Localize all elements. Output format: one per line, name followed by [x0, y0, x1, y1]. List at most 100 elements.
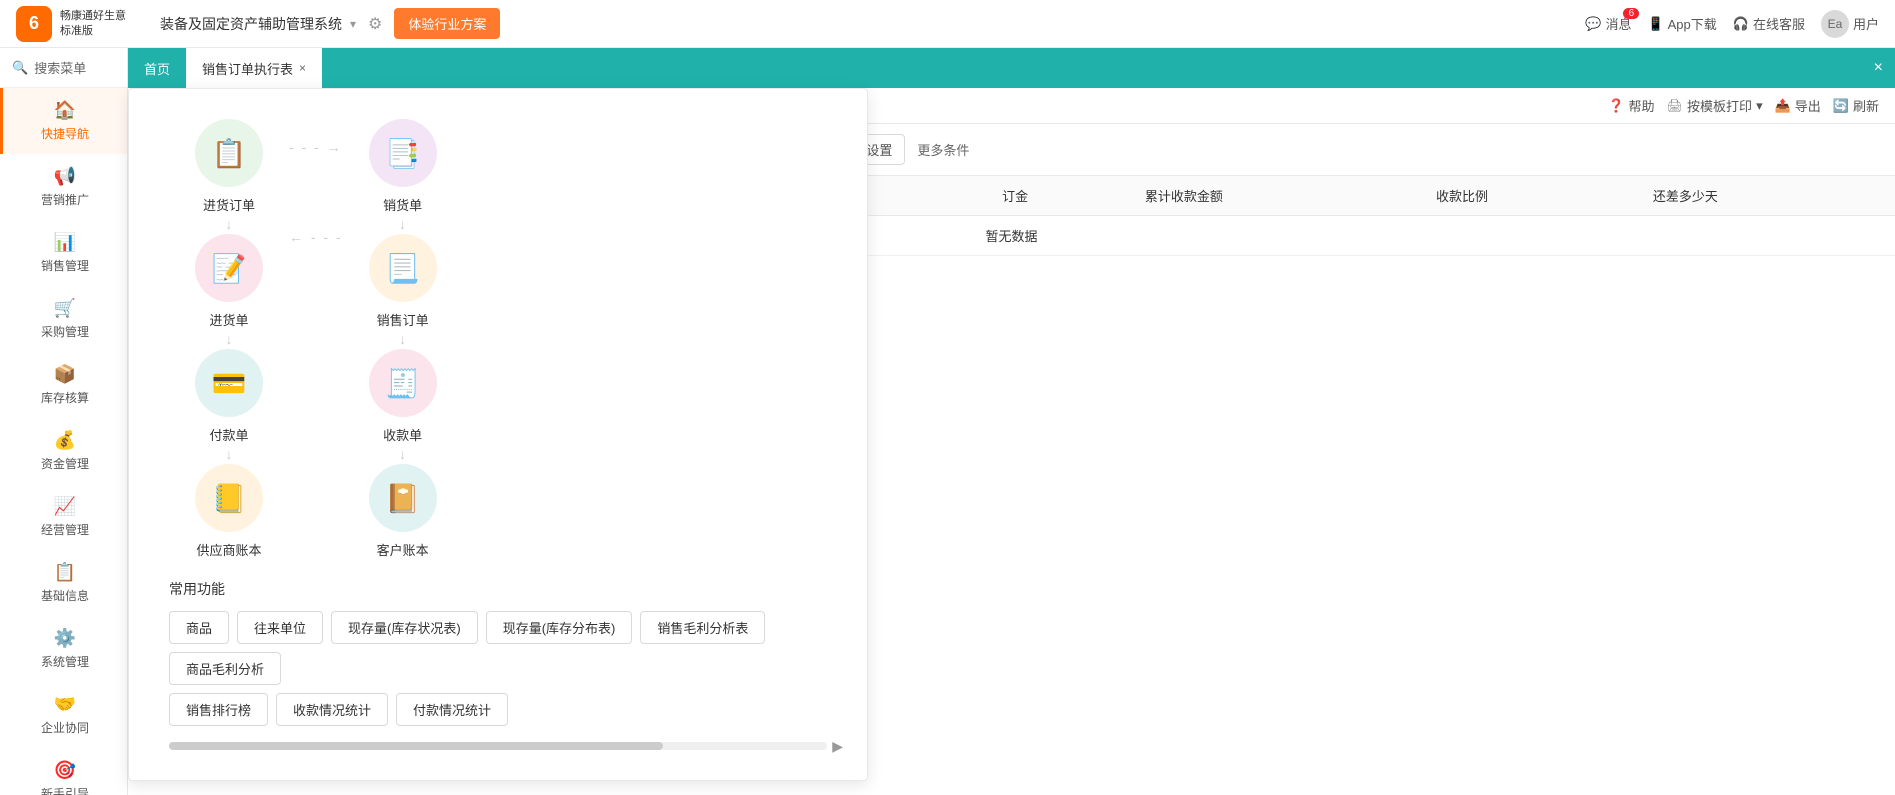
overlay-scrollbar-container: ▶ — [169, 742, 827, 750]
func-btn-product-margin[interactable]: 商品毛利分析 — [169, 652, 281, 685]
sidebar-item-newbie[interactable]: 🎯 新手引导 — [0, 748, 127, 795]
receipt-circle: 🧾 — [369, 349, 437, 417]
flow-diagram: 📋 进货订单 ↓ 📝 进货单 ↓ 💳 — [169, 119, 827, 559]
inventory-icon: 📦 — [54, 364, 76, 385]
arrow-down-2: ↓ — [226, 331, 233, 347]
experience-btn[interactable]: 体验行业方案 — [394, 8, 500, 39]
customer-ledger-label: 客户账本 — [377, 540, 429, 559]
sidebar-item-finance[interactable]: 💰 资金管理 — [0, 418, 127, 484]
func-btn-sales-ranking[interactable]: 销售排行榜 — [169, 693, 268, 726]
refresh-action[interactable]: 🔄 刷新 — [1833, 96, 1879, 115]
print-dropdown-icon[interactable]: ▾ — [1756, 98, 1763, 114]
logo-area: 6 畅康通好生意 标准版 — [16, 6, 144, 42]
supplier-ledger-label: 供应商账本 — [196, 540, 261, 559]
export-icon: 📤 — [1775, 98, 1791, 114]
quick-nav-overlay: 📋 进货订单 ↓ 📝 进货单 ↓ 💳 — [128, 88, 868, 781]
sales-bill-circle: 📑 — [369, 119, 437, 187]
sales-order-circle: 📃 — [369, 234, 437, 302]
func-btn-stock-dist[interactable]: 现存量(库存分布表) — [486, 611, 633, 644]
export-action[interactable]: 📤 导出 — [1775, 96, 1821, 115]
purchase-bill-node[interactable]: 📝 进货单 — [169, 234, 289, 329]
more-conditions-link[interactable]: 更多条件 — [917, 140, 969, 159]
receipt-label: 收款单 — [383, 425, 422, 444]
user-action[interactable]: Ea 用户 — [1821, 10, 1879, 38]
sidebar: 🔍 搜索菜单 🏠 快捷导航 📢 营销推广 📊 销售管理 🛒 采购管理 📦 — [0, 48, 128, 795]
common-functions-title: 常用功能 — [169, 579, 827, 599]
func-btn-stock-status[interactable]: 现存量(库存状况表) — [331, 611, 478, 644]
col-deposit: 订金 — [990, 176, 1133, 216]
func-btn-sales-margin[interactable]: 销售毛利分析表 — [640, 611, 765, 644]
overlay-scrollbar-thumb — [169, 742, 663, 750]
sidebar-item-basic-info[interactable]: 📋 基础信息 — [0, 550, 127, 616]
sales-bill-label: 销货单 — [383, 195, 422, 214]
purchase-order-node[interactable]: 📋 进货订单 — [169, 119, 289, 214]
receipt-node[interactable]: 🧾 收款单 — [343, 349, 463, 444]
supplier-ledger-node[interactable]: 📒 供应商账本 — [169, 464, 289, 559]
purchase-bill-label: 进货单 — [209, 310, 248, 329]
arrow-right-2: ← - - - — [289, 229, 343, 245]
message-badge: 6 — [1623, 8, 1639, 19]
func-btn-payment-stats[interactable]: 付款情况统计 — [396, 693, 508, 726]
func-buttons-row2: 销售排行榜 收款情况统计 付款情况统计 — [169, 693, 827, 726]
tab-close-icon[interactable]: × — [299, 61, 306, 75]
func-buttons-row1: 商品 往来单位 现存量(库存状况表) 现存量(库存分布表) 销售毛利分析表 商品… — [169, 611, 827, 685]
gear-icon[interactable]: ⚙ — [368, 14, 382, 34]
online-service-action[interactable]: 🎧 在线客服 — [1733, 14, 1805, 33]
receipt-icon: 🧾 — [385, 367, 420, 400]
enterprise-icon: 🤝 — [54, 694, 76, 715]
system-title-area: 装备及固定资产辅助管理系统 ▾ ⚙ — [160, 14, 382, 34]
scroll-right-icon[interactable]: ▶ — [832, 738, 843, 755]
arrow-down-1: ↓ — [226, 216, 233, 232]
arrow-down-5: ↓ — [399, 331, 406, 347]
sidebar-item-purchase[interactable]: 🛒 采购管理 — [0, 286, 127, 352]
customer-ledger-node[interactable]: 📔 客户账本 — [343, 464, 463, 559]
newbie-icon: 🎯 — [54, 760, 76, 781]
sidebar-item-system[interactable]: ⚙️ 系统管理 — [0, 616, 127, 682]
arrow-down-4: ↓ — [399, 216, 406, 232]
purchase-bill-circle: 📝 — [195, 234, 263, 302]
func-btn-product[interactable]: 商品 — [169, 611, 229, 644]
top-bar-right: 💬 消息 6 📱 App下载 🎧 在线客服 Ea 用户 — [1585, 10, 1879, 38]
sales-bill-icon: 📑 — [385, 137, 420, 170]
sidebar-item-operations[interactable]: 📈 经营管理 — [0, 484, 127, 550]
system-dropdown-icon[interactable]: ▾ — [350, 17, 356, 31]
logo-text: 畅康通好生意 标准版 — [60, 9, 126, 38]
func-btn-partners[interactable]: 往来单位 — [237, 611, 323, 644]
print-icon: 🖨 — [1667, 98, 1684, 114]
arrow-down-6: ↓ — [399, 446, 406, 462]
sidebar-search[interactable]: 🔍 搜索菜单 — [0, 48, 127, 88]
phone-icon: 📱 — [1647, 16, 1663, 32]
func-btn-receipt-stats[interactable]: 收款情况统计 — [276, 693, 388, 726]
purchase-flow: 📋 进货订单 ↓ 📝 进货单 ↓ 💳 — [169, 119, 289, 559]
sidebar-item-sales[interactable]: 📊 销售管理 — [0, 220, 127, 286]
sales-order-label: 销售订单 — [377, 310, 429, 329]
marketing-icon: 📢 — [54, 166, 76, 187]
tabs-bar-close-icon[interactable]: × — [1874, 59, 1883, 77]
app-download-action[interactable]: 📱 App下载 — [1647, 14, 1716, 33]
template-print-action[interactable]: 🖨 按模板打印 ▾ — [1667, 96, 1763, 115]
purchase-order-circle: 📋 — [195, 119, 263, 187]
avatar: Ea — [1821, 10, 1849, 38]
payment-node[interactable]: 💳 付款单 — [169, 349, 289, 444]
tab-home[interactable]: 首页 — [128, 48, 186, 88]
headset-icon: 🎧 — [1733, 16, 1749, 32]
system-title: 装备及固定资产辅助管理系统 — [160, 14, 342, 34]
sales-order-node[interactable]: 📃 销售订单 — [343, 234, 463, 329]
basic-info-icon: 📋 — [54, 562, 76, 583]
search-icon: 🔍 — [12, 60, 28, 76]
sidebar-item-marketing[interactable]: 📢 营销推广 — [0, 154, 127, 220]
sidebar-item-inventory[interactable]: 📦 库存核算 — [0, 352, 127, 418]
sidebar-item-quick-nav[interactable]: 🏠 快捷导航 — [0, 88, 127, 154]
sidebar-item-enterprise[interactable]: 🤝 企业协同 — [0, 682, 127, 748]
help-action[interactable]: ❓ 帮助 — [1608, 96, 1654, 115]
customer-ledger-circle: 📔 — [369, 464, 437, 532]
purchase-bill-icon: 📝 — [212, 252, 247, 285]
col-days-remaining: 还差多少天 — [1641, 176, 1895, 216]
logo-icon: 6 — [16, 6, 52, 42]
message-action[interactable]: 💬 消息 6 — [1585, 14, 1631, 33]
purchase-order-label: 进货订单 — [203, 195, 255, 214]
tab-sales-order[interactable]: 销售订单执行表 × — [186, 48, 322, 88]
payment-circle: 💳 — [195, 349, 263, 417]
sales-bill-node[interactable]: 📑 销货单 — [343, 119, 463, 214]
overlay-scrollbar[interactable] — [169, 742, 827, 750]
